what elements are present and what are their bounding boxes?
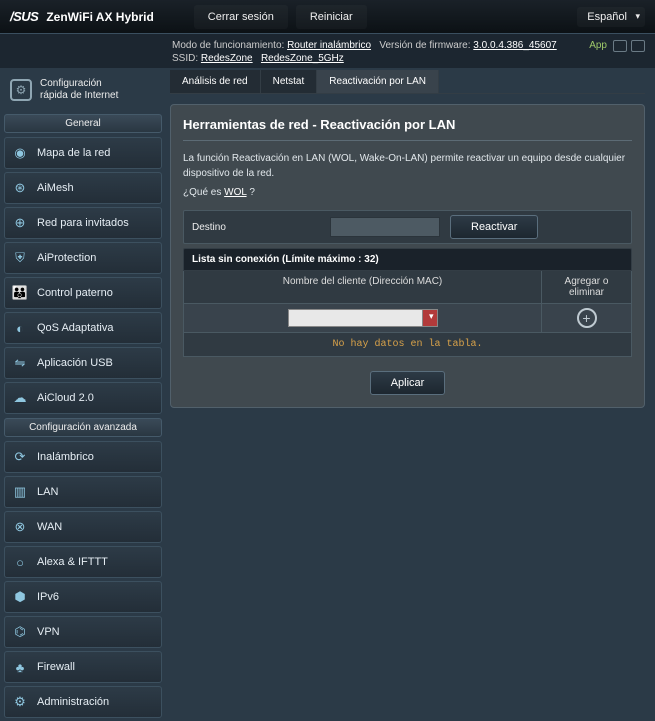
- faq-text: ¿Qué es WOL ?: [183, 187, 632, 198]
- nav-general-item-6[interactable]: ⇋ Aplicación USB: [4, 347, 162, 379]
- users-icon[interactable]: [613, 40, 627, 52]
- nav-general-item-label-1: AiMesh: [37, 182, 74, 194]
- product-name: ZenWiFi AX Hybrid: [46, 10, 153, 24]
- nav-advanced-item-icon-0: ⟳: [11, 448, 29, 466]
- destination-label: Destino: [184, 216, 324, 239]
- nav-advanced-item-label-3: Alexa & IFTTT: [37, 556, 108, 568]
- reboot-button[interactable]: Reiniciar: [296, 5, 367, 29]
- mode-label: Modo de funcionamiento:: [172, 40, 284, 51]
- add-button[interactable]: +: [577, 308, 597, 328]
- nav-advanced-item-5[interactable]: ⌬ VPN: [4, 616, 162, 648]
- nav-advanced-item-0[interactable]: ⟳ Inalámbrico: [4, 441, 162, 473]
- nav-advanced-item-7[interactable]: ⚙ Administración: [4, 686, 162, 718]
- nav-general-item-0[interactable]: ◉ Mapa de la red: [4, 137, 162, 169]
- nav-advanced-item-icon-5: ⌬: [11, 623, 29, 641]
- nav-advanced-item-label-6: Firewall: [37, 661, 75, 673]
- nav-advanced-item-icon-6: ♣: [11, 658, 29, 676]
- wol-faq-link[interactable]: WOL: [224, 187, 246, 198]
- wol-panel: Herramientas de red - Reactivación por L…: [170, 104, 645, 408]
- nav-advanced-item-label-4: IPv6: [37, 591, 59, 603]
- nav-general-item-icon-7: ☁: [11, 389, 29, 407]
- nav-general-item-2[interactable]: ⊕ Red para invitados: [4, 207, 162, 239]
- nav-general-item-label-0: Mapa de la red: [37, 147, 110, 159]
- qis-line1: Configuración: [40, 78, 118, 90]
- apply-button[interactable]: Aplicar: [370, 371, 446, 395]
- nav-general-item-icon-2: ⊕: [11, 214, 29, 232]
- ssid-label: SSID:: [172, 53, 198, 64]
- nav-general-item-icon-3: ⛨: [11, 249, 29, 267]
- tab-0[interactable]: Análisis de red: [170, 70, 261, 93]
- nav-advanced-item-icon-1: ▥: [11, 483, 29, 501]
- section-advanced: Configuración avanzada: [4, 418, 162, 437]
- nav-advanced-item-icon-7: ⚙: [11, 693, 29, 711]
- qis-button[interactable]: ⚙ Configuración rápida de Internet: [4, 72, 162, 108]
- table-input-row: +: [183, 304, 632, 333]
- tab-1[interactable]: Netstat: [261, 70, 318, 93]
- nav-advanced-item-1[interactable]: ▥ LAN: [4, 476, 162, 508]
- nav-general-item-3[interactable]: ⛨ AiProtection: [4, 242, 162, 274]
- qis-line2: rápida de Internet: [40, 90, 118, 102]
- gear-arrow-icon: ⚙: [10, 79, 32, 101]
- nav-advanced-item-icon-3: ○: [11, 553, 29, 571]
- brand-logo: /SUS: [10, 9, 38, 24]
- nav-general-item-label-6: Aplicación USB: [37, 357, 113, 369]
- panel-description: La función Reactivación en LAN (WOL, Wak…: [183, 151, 632, 181]
- tab-2[interactable]: Reactivación por LAN: [317, 70, 439, 93]
- nav-general-item-icon-5: ◐: [11, 319, 29, 337]
- nav-general-item-icon-0: ◉: [11, 144, 29, 162]
- nav-advanced-item-3[interactable]: ○ Alexa & IFTTT: [4, 546, 162, 578]
- nav-general-item-5[interactable]: ◐ QoS Adaptativa: [4, 312, 162, 344]
- wake-button[interactable]: Reactivar: [450, 215, 538, 239]
- nav-advanced-item-label-7: Administración: [37, 696, 109, 708]
- nav-general-item-icon-4: 👪: [11, 284, 29, 302]
- nav-general-item-label-2: Red para invitados: [37, 217, 129, 229]
- nav-general-item-4[interactable]: 👪 Control paterno: [4, 277, 162, 309]
- col-add-remove: Agregar o eliminar: [541, 271, 631, 303]
- nav-advanced-item-icon-4: ⬢: [11, 588, 29, 606]
- app-badge[interactable]: App: [589, 40, 607, 51]
- nav-advanced-item-4[interactable]: ⬢ IPv6: [4, 581, 162, 613]
- mail-icon[interactable]: [631, 40, 645, 52]
- nav-general-item-label-4: Control paterno: [37, 287, 113, 299]
- table-columns: Nombre del cliente (Dirección MAC) Agreg…: [183, 271, 632, 304]
- client-select[interactable]: [288, 309, 438, 327]
- section-general: General: [4, 114, 162, 133]
- nav-advanced-item-6[interactable]: ♣ Firewall: [4, 651, 162, 683]
- destination-row: Destino Reactivar: [183, 210, 632, 244]
- fw-label: Versión de firmware:: [379, 40, 470, 51]
- destination-input[interactable]: [330, 217, 440, 237]
- nav-general-item-label-3: AiProtection: [37, 252, 96, 264]
- tab-bar: Análisis de redNetstatReactivación por L…: [170, 70, 645, 94]
- main-content: Análisis de redNetstatReactivación por L…: [166, 68, 655, 721]
- nav-advanced-item-2[interactable]: ⊗ WAN: [4, 511, 162, 543]
- nav-advanced-item-label-2: WAN: [37, 521, 62, 533]
- offline-list-header: Lista sin conexión (Límite máximo : 32): [183, 248, 632, 271]
- nav-advanced-item-label-0: Inalámbrico: [37, 451, 94, 463]
- info-bar: Modo de funcionamiento: Router inalámbri…: [0, 34, 655, 68]
- nav-general-item-icon-1: ⊛: [11, 179, 29, 197]
- top-bar: /SUS ZenWiFi AX Hybrid Cerrar sesión Rei…: [0, 0, 655, 34]
- fw-link[interactable]: 3.0.0.4.386_45607: [473, 40, 556, 51]
- language-selector[interactable]: Español: [577, 7, 645, 27]
- col-client-name: Nombre del cliente (Dirección MAC): [184, 271, 541, 303]
- empty-table-message: No hay datos en la tabla.: [183, 333, 632, 357]
- logout-button[interactable]: Cerrar sesión: [194, 5, 288, 29]
- nav-general-item-label-7: AiCloud 2.0: [37, 392, 94, 404]
- nav-advanced-item-label-5: VPN: [37, 626, 60, 638]
- nav-advanced-item-icon-2: ⊗: [11, 518, 29, 536]
- nav-general-item-7[interactable]: ☁ AiCloud 2.0: [4, 382, 162, 414]
- sidebar: ⚙ Configuración rápida de Internet Gener…: [0, 68, 166, 721]
- nav-general-item-icon-6: ⇋: [11, 354, 29, 372]
- ssid1-link[interactable]: RedesZone: [201, 53, 253, 64]
- nav-advanced-item-label-1: LAN: [37, 486, 58, 498]
- ssid2-link[interactable]: RedesZone_5GHz: [261, 53, 344, 64]
- panel-title: Herramientas de red - Reactivación por L…: [183, 117, 632, 141]
- mode-link[interactable]: Router inalámbrico: [287, 40, 371, 51]
- nav-general-item-label-5: QoS Adaptativa: [37, 322, 113, 334]
- nav-general-item-1[interactable]: ⊛ AiMesh: [4, 172, 162, 204]
